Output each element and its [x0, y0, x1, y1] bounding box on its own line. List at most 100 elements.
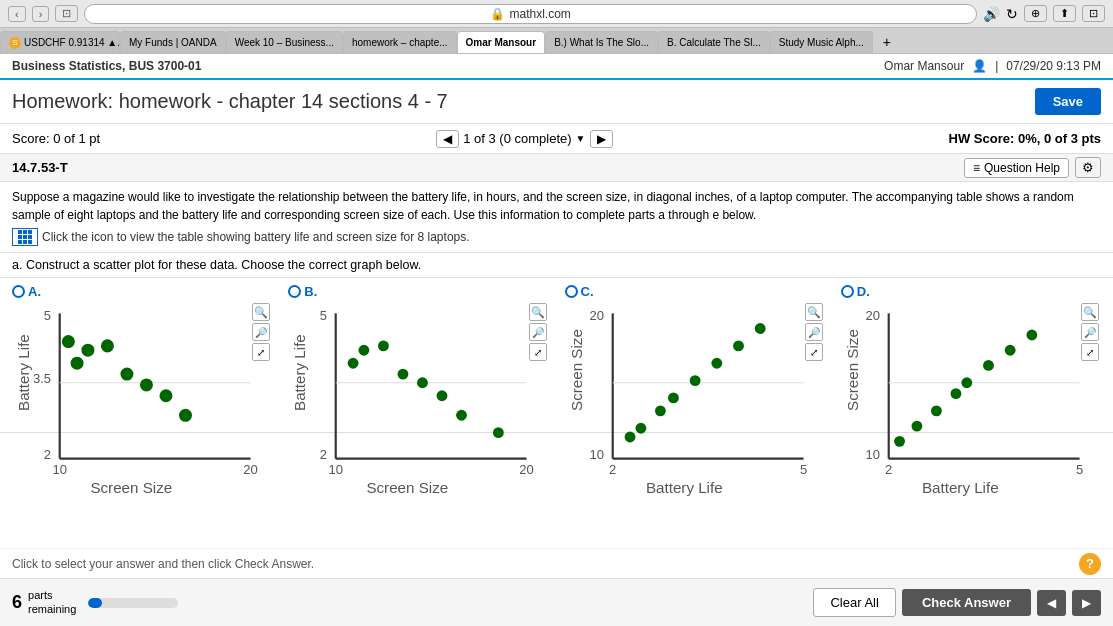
- radio-b[interactable]: B.: [288, 284, 317, 299]
- tab-week10-label: Week 10 – Business...: [235, 37, 334, 48]
- radio-circle-a: [12, 285, 25, 298]
- refresh-button[interactable]: ↻: [1006, 6, 1018, 22]
- audio-button[interactable]: 🔊: [983, 6, 1000, 22]
- tab-week10[interactable]: Week 10 – Business...: [226, 31, 343, 53]
- tab-bar: S USDCHF 0.91314 ▲... My Funds | OANDA W…: [0, 28, 1113, 54]
- hw-title: Homework: homework - chapter 14 sections…: [12, 90, 448, 113]
- tab-calculate-b[interactable]: B. Calculate The Sl...: [658, 31, 770, 53]
- svg-point-67: [894, 436, 905, 447]
- zoom-out-b[interactable]: 🔎: [529, 323, 547, 341]
- forward-button[interactable]: ›: [32, 6, 50, 22]
- course-name: Business Statistics, BUS 3700-01: [12, 59, 201, 73]
- radio-a[interactable]: A.: [12, 284, 41, 299]
- expand-b[interactable]: ⤢: [529, 343, 547, 361]
- svg-point-47: [668, 393, 679, 404]
- svg-text:10: 10: [589, 447, 603, 462]
- share-button[interactable]: ⬆: [1053, 5, 1076, 22]
- svg-point-15: [161, 390, 172, 401]
- next-question-button[interactable]: ▶: [590, 130, 613, 148]
- tab-usdchf[interactable]: S USDCHF 0.91314 ▲...: [0, 31, 120, 53]
- hw-header: Homework: homework - chapter 14 sections…: [0, 80, 1113, 124]
- tab-slope-b[interactable]: B.) What Is The Slo...: [545, 31, 658, 53]
- new-tab-button[interactable]: ⊡: [1082, 5, 1105, 22]
- graph-d-wrapper: Screen Size Battery Life 10 20 2 5 🔍: [841, 301, 1101, 499]
- score-nav: ◀ 1 of 3 (0 complete) ▼ ▶: [436, 130, 612, 148]
- graph-c-header: C.: [565, 284, 825, 299]
- zoom-out-d[interactable]: 🔎: [1081, 323, 1099, 341]
- settings-button[interactable]: ⚙: [1075, 157, 1101, 178]
- svg-text:Screen Size: Screen Size: [90, 479, 172, 496]
- tab-homework[interactable]: homework – chapte...: [343, 31, 457, 53]
- tab-music[interactable]: Study Music Alph...: [770, 31, 873, 53]
- graph-b-header: B.: [288, 284, 548, 299]
- svg-text:Battery Life: Battery Life: [15, 334, 32, 411]
- expand-d[interactable]: ⤢: [1081, 343, 1099, 361]
- zoom-out-c[interactable]: 🔎: [805, 323, 823, 341]
- question-text: Suppose a magazine would like to investi…: [12, 188, 1101, 224]
- svg-point-50: [624, 432, 635, 443]
- zoom-in-b[interactable]: 🔍: [529, 303, 547, 321]
- radio-circle-b: [288, 285, 301, 298]
- click-instruction-text: Click to select your answer and then cli…: [12, 557, 314, 571]
- svg-point-16: [180, 410, 191, 421]
- svg-text:Screen Size: Screen Size: [568, 329, 585, 411]
- datetime: 07/29/20 9:13 PM: [1006, 59, 1101, 73]
- table-icon-button[interactable]: [12, 228, 38, 246]
- table-btn-label: Click the icon to view the table showing…: [42, 228, 470, 246]
- prev-nav-button[interactable]: ◀: [1037, 590, 1066, 616]
- svg-point-46: [689, 375, 700, 386]
- expand-c[interactable]: ⤢: [805, 343, 823, 361]
- extensions-button[interactable]: ⊕: [1024, 5, 1047, 22]
- svg-point-62: [983, 360, 994, 371]
- window-toggle-button[interactable]: ⊡: [55, 5, 78, 22]
- save-button[interactable]: Save: [1035, 88, 1101, 115]
- new-tab-plus-button[interactable]: +: [875, 31, 899, 53]
- expand-a[interactable]: ⤢: [252, 343, 270, 361]
- svg-point-33: [456, 410, 467, 421]
- tab-oanda[interactable]: My Funds | OANDA: [120, 31, 226, 53]
- zoom-in-d[interactable]: 🔍: [1081, 303, 1099, 321]
- browser-chrome: ‹ › ⊡ 🔒 mathxl.com 🔊 ↻ ⊕ ⬆ ⊡: [0, 0, 1113, 28]
- svg-point-66: [911, 421, 922, 432]
- tab-omar[interactable]: Omar Mansour: [457, 31, 546, 53]
- radio-d[interactable]: D.: [841, 284, 870, 299]
- option-d-label: D.: [857, 284, 870, 299]
- question-help-button[interactable]: ≡ Question Help: [964, 158, 1069, 178]
- radio-c[interactable]: C.: [565, 284, 594, 299]
- zoom-out-a[interactable]: 🔎: [252, 323, 270, 341]
- svg-text:5: 5: [1076, 462, 1083, 477]
- graph-d-container: D. Screen Size Battery Life 10 20 2 5: [841, 284, 1101, 426]
- prev-question-button[interactable]: ◀: [436, 130, 459, 148]
- clear-all-button[interactable]: Clear All: [813, 588, 895, 617]
- svg-text:5: 5: [320, 308, 327, 323]
- help-circle[interactable]: ?: [1079, 553, 1101, 575]
- zoom-in-a[interactable]: 🔍: [252, 303, 270, 321]
- parts-count: 6: [12, 592, 22, 613]
- question-id: 14.7.53-T: [12, 160, 68, 175]
- list-icon: ≡: [973, 161, 980, 175]
- dropdown-icon: ▼: [576, 133, 586, 144]
- svg-point-14: [141, 379, 152, 390]
- svg-text:10: 10: [329, 462, 343, 477]
- next-nav-button[interactable]: ▶: [1072, 590, 1101, 616]
- graph-a-container: A. Battery Life Screen Size 2 3.5 5 10 2…: [12, 284, 272, 426]
- graph-c-zoom-controls: 🔍 🔎 ⤢: [805, 303, 823, 361]
- svg-text:5: 5: [799, 462, 806, 477]
- back-button[interactable]: ‹: [8, 6, 26, 22]
- graph-b-container: B. Battery Life Screen Size 2 5 10 20: [288, 284, 548, 426]
- svg-text:20: 20: [865, 308, 879, 323]
- svg-text:20: 20: [243, 462, 257, 477]
- score-value: 0 of 1 pt: [53, 131, 100, 146]
- url-bar[interactable]: 🔒 mathxl.com: [84, 4, 977, 24]
- zoom-in-c[interactable]: 🔍: [805, 303, 823, 321]
- svg-text:2: 2: [44, 447, 51, 462]
- svg-text:3.5: 3.5: [33, 371, 51, 386]
- graph-d-header: D.: [841, 284, 1101, 299]
- question-help-area: ≡ Question Help ⚙: [964, 157, 1101, 178]
- user-icon: 👤: [972, 59, 987, 73]
- svg-text:Battery Life: Battery Life: [922, 479, 999, 496]
- graph-a-header: A.: [12, 284, 272, 299]
- hw-score-value: 0%, 0 of 3 pts: [1018, 131, 1101, 146]
- graph-a-zoom-controls: 🔍 🔎 ⤢: [252, 303, 270, 361]
- check-answer-button[interactable]: Check Answer: [902, 589, 1031, 616]
